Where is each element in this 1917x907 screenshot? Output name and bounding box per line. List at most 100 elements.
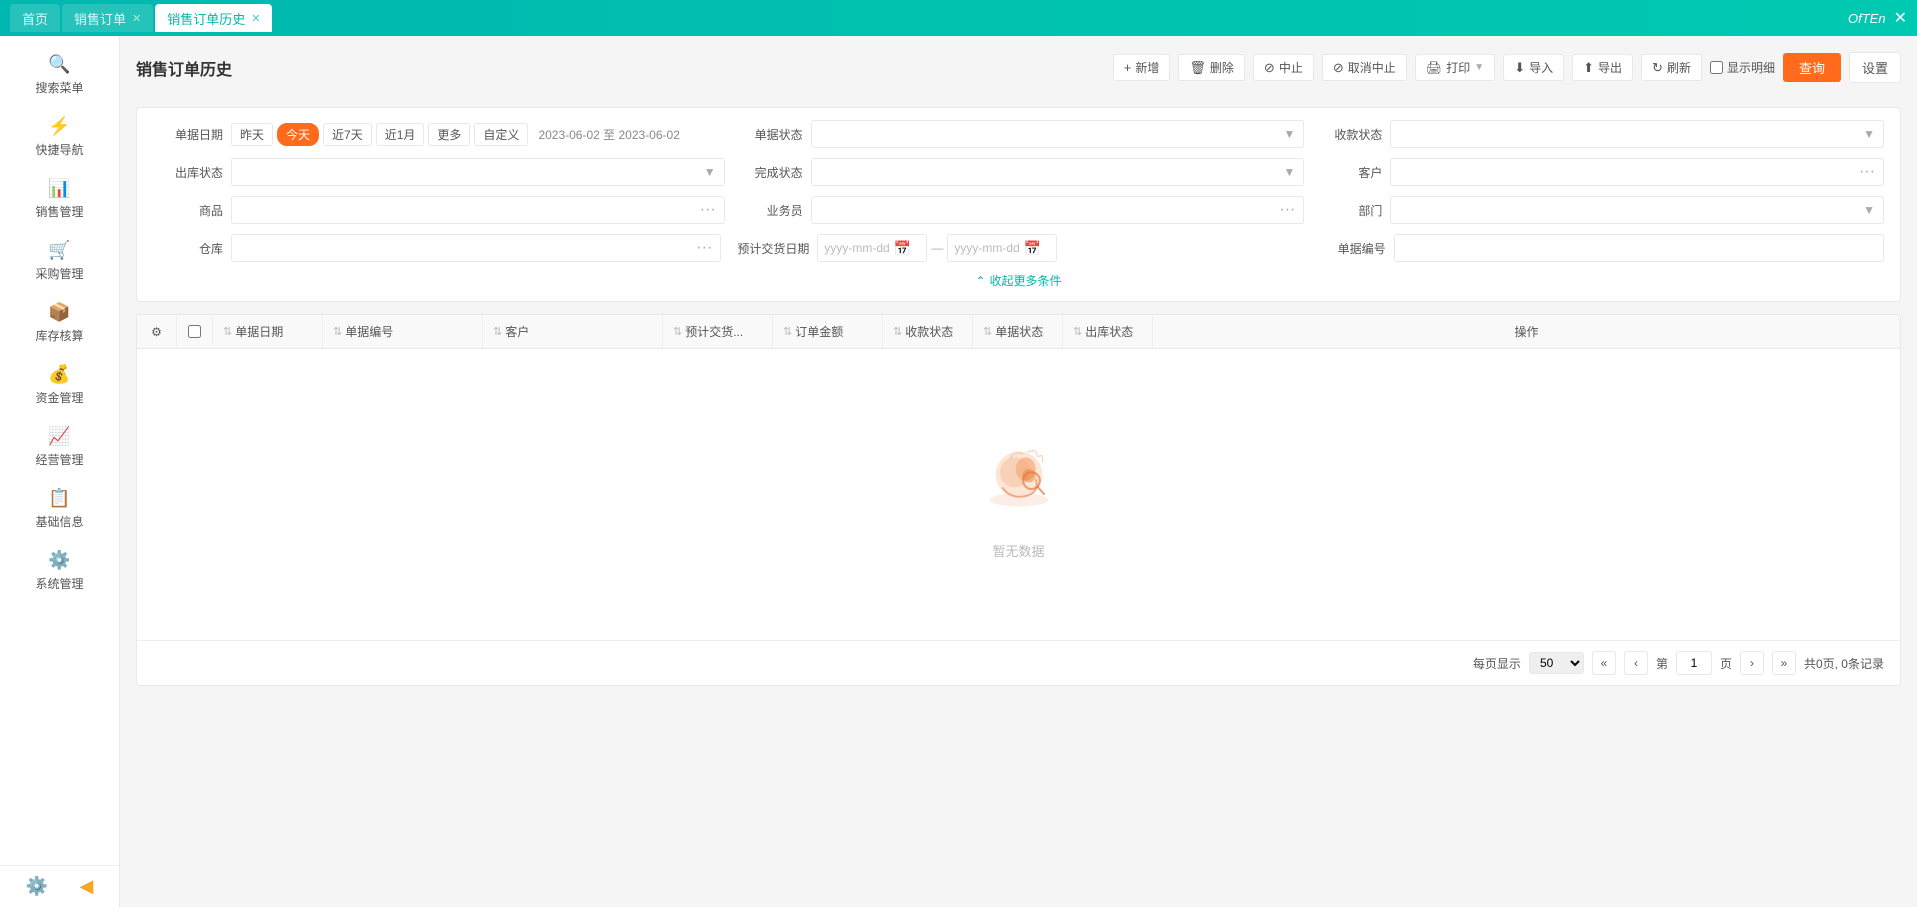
input-salesman[interactable]: ··· [811,196,1305,224]
page-input[interactable] [1676,651,1712,675]
cancel-stop-button-label: 取消中止 [1348,59,1396,76]
dots-icon-customer: ··· [1859,163,1875,181]
label-goods: 商品 [153,202,223,219]
refresh-button[interactable]: ↻ 刷新 [1641,54,1702,81]
th-date[interactable]: ⇅ 单据日期 [213,315,323,348]
display-columns-checkbox[interactable]: 显示明细 [1710,59,1775,76]
add-button[interactable]: + 新增 [1113,54,1171,81]
input-customer[interactable]: ··· [1390,158,1884,186]
date-btn-today[interactable]: 今天 [277,123,319,146]
tab-sales-order-history[interactable]: 销售订单历史 ✕ [155,4,272,32]
label-warehouse: 仓库 [153,240,223,257]
th-receipt[interactable]: ⇅ 收款状态 [883,315,973,348]
page-prev-btn[interactable]: ‹ [1624,651,1648,675]
select-department[interactable]: ▼ [1390,196,1884,224]
top-bar-right: OfTEn ✕ [1848,8,1907,28]
sidebar-item-search-label: 搜索菜单 [35,79,83,96]
page-size-select[interactable]: 50 10 20 100 [1529,652,1584,674]
date-btn-1month[interactable]: 近1月 [376,123,425,146]
th-doc-status[interactable]: ⇅ 单据状态 [973,315,1063,348]
sidebar-item-system[interactable]: ⚙️ 系统管理 [0,540,119,602]
th-out-status[interactable]: ⇅ 出库状态 [1063,315,1153,348]
control-warehouse: ··· [231,234,721,262]
input-doc-num[interactable] [1394,234,1884,262]
th-amount[interactable]: ⇅ 订单金额 [773,315,883,348]
sidebar-settings-icon[interactable]: ⚙️ [26,876,48,897]
sidebar-item-finance[interactable]: 💰 资金管理 [0,354,119,416]
sidebar-item-purchase-label: 采购管理 [35,265,83,282]
sidebar-collapse-icon[interactable]: ◀ [79,876,93,897]
th-customer[interactable]: ⇅ 客户 [483,315,663,348]
top-bar: 首页 销售订单 ✕ 销售订单历史 ✕ OfTEn ✕ [0,0,1917,36]
delivery-date-end[interactable]: yyyy-mm-dd 📅 [947,234,1057,262]
sidebar-item-basic[interactable]: 📋 基础信息 [0,478,119,540]
sidebar-item-business[interactable]: 📈 经营管理 [0,416,119,478]
import-button[interactable]: ⬇ 导入 [1503,54,1564,81]
cancel-stop-button[interactable]: ⊘ 取消中止 [1322,54,1407,81]
page-label-pre: 第 [1656,655,1668,672]
filter-row-4: 仓库 ··· 预计交货日期 yyyy-mm-dd 📅 — [153,234,1884,262]
export-button[interactable]: ⬆ 导出 [1572,54,1633,81]
input-warehouse[interactable]: ··· [231,234,721,262]
delivery-date-start[interactable]: yyyy-mm-dd 📅 [817,234,927,262]
th-date-label: 单据日期 [235,323,283,340]
select-doc-status[interactable]: ▼ [811,120,1305,148]
label-doc-num: 单据编号 [1316,240,1386,257]
date-quick-btns: 昨天 今天 近7天 近1月 更多 自定义 [231,123,528,146]
date-range-text: 2023-06-02 至 2023-06-02 [538,126,679,143]
export-button-label: 导出 [1598,59,1622,76]
input-goods[interactable]: ··· [231,196,725,224]
sidebar-item-search[interactable]: 🔍 搜索菜单 [0,44,119,106]
th-date-sort-icon: ⇅ [223,325,232,338]
settings-button[interactable]: 设置 [1849,52,1901,83]
collapse-arrow-icon: ⌃ [975,274,985,288]
page-first-btn[interactable]: « [1592,651,1616,675]
page-size-label: 每页显示 [1473,655,1521,672]
page-next-btn[interactable]: › [1740,651,1764,675]
sidebar-item-purchase[interactable]: 🛒 采购管理 [0,230,119,292]
collapse-more-btn[interactable]: ⌃ 收起更多条件 [153,272,1884,289]
display-checkbox-input[interactable] [1710,61,1723,74]
date-btn-more[interactable]: 更多 [428,123,470,146]
th-settings[interactable]: ⚙ [137,317,177,347]
select-out-status[interactable]: ▼ [231,158,725,186]
control-salesman: ··· [811,196,1305,224]
system-icon: ⚙️ [48,550,70,571]
stop-button-label: 中止 [1279,59,1303,76]
toolbar: + 新增 🗑 删除 ⊘ 中止 ⊘ 取消中止 🖨 打印 [1113,52,1901,83]
th-delivery[interactable]: ⇅ 预计交货... [663,315,773,348]
select-complete-status-arrow: ▼ [1283,165,1295,179]
th-check[interactable] [177,317,213,346]
often-text: OfTEn [1848,11,1886,26]
topbar-close-btn[interactable]: ✕ [1894,8,1907,28]
sidebar-item-sales[interactable]: 📊 销售管理 [0,168,119,230]
delete-button[interactable]: 🗑 删除 [1178,54,1245,81]
date-btn-custom[interactable]: 自定义 [474,123,528,146]
date-btn-yesterday[interactable]: 昨天 [231,123,273,146]
select-complete-status[interactable]: ▼ [811,158,1305,186]
sidebar-item-inventory[interactable]: 📦 库存核算 [0,292,119,354]
query-button[interactable]: 查询 [1783,53,1841,82]
control-department: ▼ [1390,196,1884,224]
page-last-btn[interactable]: » [1772,651,1796,675]
tab-sales-order-history-close[interactable]: ✕ [251,12,260,25]
date-range-separator: — [931,241,943,255]
stop-button[interactable]: ⊘ 中止 [1253,54,1314,81]
sidebar-item-quicknav[interactable]: ⚡ 快捷导航 [0,106,119,168]
th-customer-label: 客户 [505,323,529,340]
print-button[interactable]: 🖨 打印 ▼ [1415,54,1495,81]
th-doc-status-label: 单据状态 [995,323,1043,340]
tab-sales-order-close[interactable]: ✕ [132,12,141,25]
import-button-label: 导入 [1529,59,1553,76]
th-num[interactable]: ⇅ 单据编号 [323,315,483,348]
tab-sales-order[interactable]: 销售订单 ✕ [62,4,153,32]
business-icon: 📈 [48,426,70,447]
check-all[interactable] [188,325,201,338]
label-customer: 客户 [1312,164,1382,181]
pagination-bar: 每页显示 50 10 20 100 « ‹ 第 页 › » 共0页, 0条记录 [137,640,1900,685]
tab-home[interactable]: 首页 [10,4,60,32]
select-receipt-status[interactable]: ▼ [1390,120,1884,148]
date-btn-7days[interactable]: 近7天 [323,123,372,146]
sales-icon: 📊 [48,178,70,199]
control-doc-date: 昨天 今天 近7天 近1月 更多 自定义 2023-06-02 至 2023-0… [231,123,725,146]
